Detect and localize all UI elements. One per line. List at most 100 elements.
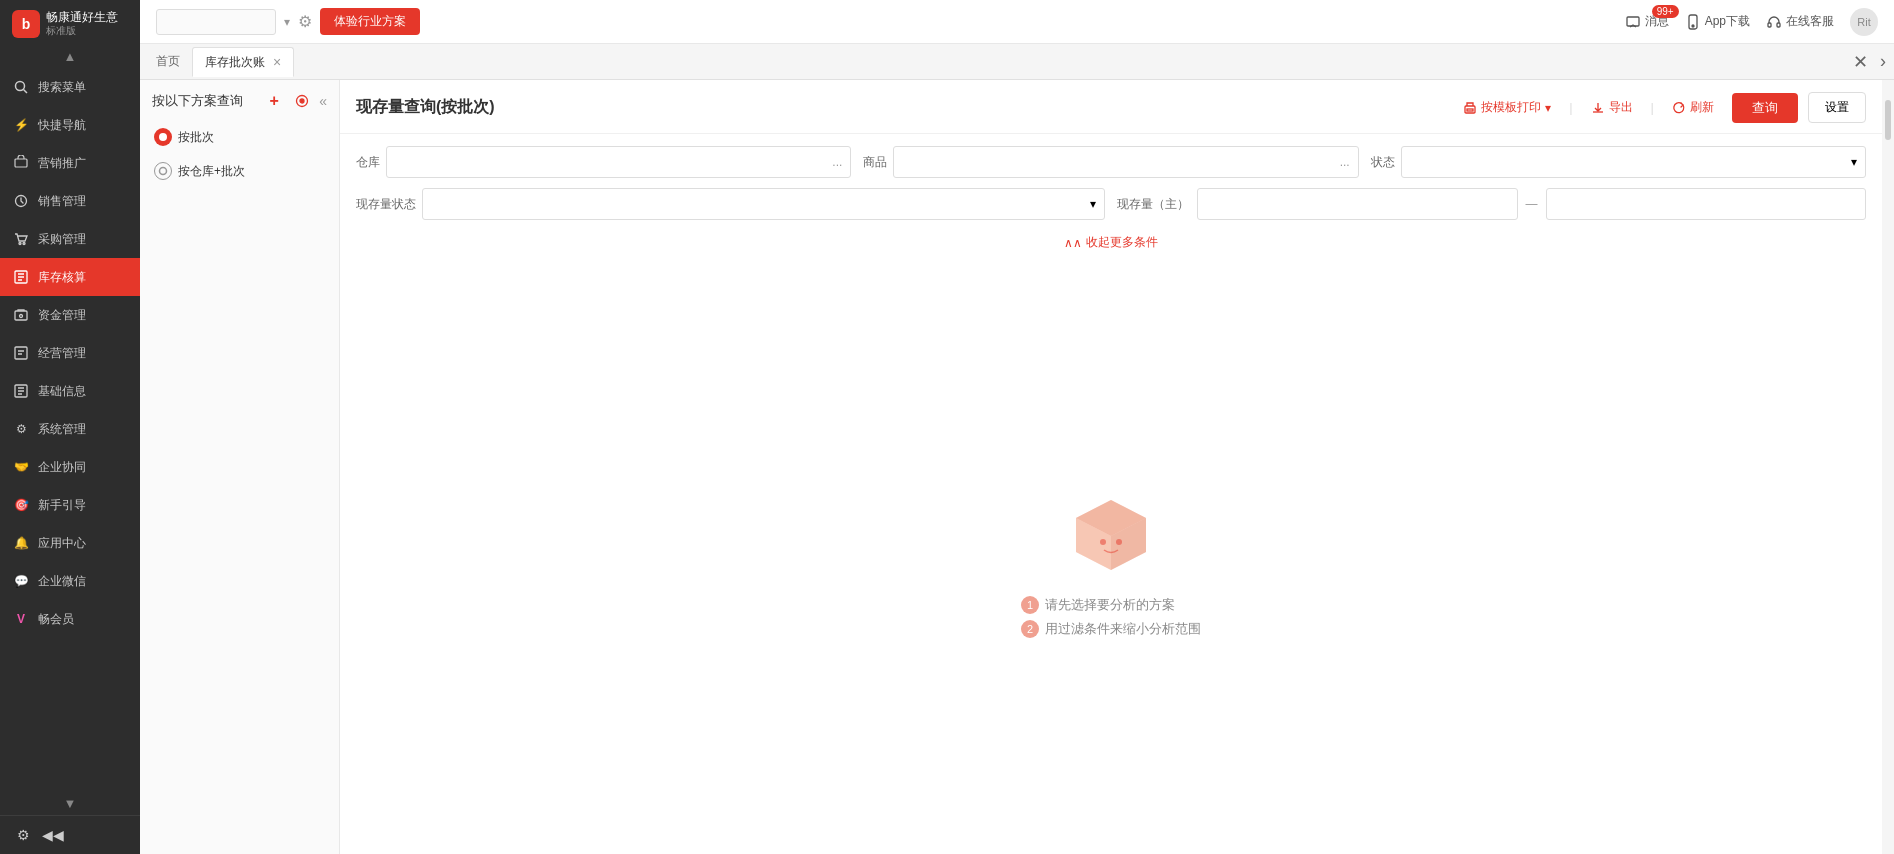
svg-point-0 <box>16 82 25 91</box>
left-panel-header: 按以下方案查询 + « <box>140 90 339 120</box>
sidebar-item-marketing[interactable]: 营销推广 <box>0 144 140 182</box>
scheme-outline-icon <box>154 162 172 180</box>
tab-home[interactable]: 首页 <box>144 47 192 77</box>
scheme-active-icon <box>154 128 172 146</box>
sidebar: b 畅康通好生意 标准版 ▲ 搜索菜单 ⚡ 快捷导航 <box>0 0 140 854</box>
status-dropdown[interactable]: ▾ <box>1401 146 1866 178</box>
global-nav-arrow[interactable]: › <box>1876 51 1890 72</box>
collapse-footer-btn[interactable]: ◀◀ <box>42 824 64 846</box>
enterprise-icon: 🤝 <box>12 458 30 476</box>
svg-point-5 <box>23 243 25 245</box>
query-btn[interactable]: 查询 <box>1732 93 1798 123</box>
tab-close-btn[interactable]: × <box>273 54 281 70</box>
refresh-btn[interactable]: 刷新 <box>1664 95 1722 120</box>
sidebar-item-quick-nav[interactable]: ⚡ 快捷导航 <box>0 106 140 144</box>
tab-inventory-batch[interactable]: 库存批次账 × <box>192 47 294 77</box>
svg-rect-15 <box>1777 23 1780 27</box>
finance-icon <box>12 306 30 324</box>
export-btn[interactable]: 导出 <box>1583 95 1641 120</box>
sidebar-item-label: 企业微信 <box>38 573 86 590</box>
status-dropdown-arrow: ▾ <box>1851 155 1857 169</box>
global-close-btn[interactable]: ✕ <box>1845 51 1876 73</box>
svg-rect-14 <box>1768 23 1771 27</box>
system-icon: ⚙ <box>12 420 30 438</box>
panel-collapse-btn[interactable]: « <box>319 93 327 109</box>
sidebar-item-sales[interactable]: 销售管理 <box>0 182 140 220</box>
left-panel: 按以下方案查询 + « 按批次 <box>140 80 340 854</box>
product-more-icon[interactable]: ... <box>1340 155 1350 169</box>
sidebar-item-purchase[interactable]: 采购管理 <box>0 220 140 258</box>
sidebar-item-inventory[interactable]: 库存核算 <box>0 258 140 296</box>
sidebar-item-operations[interactable]: 经营管理 <box>0 334 140 372</box>
divider1: | <box>1569 100 1572 115</box>
step-2-num: 2 <box>1021 620 1039 638</box>
empty-step-1: 1 请先选择要分析的方案 <box>1021 596 1201 614</box>
apps-icon: 🔔 <box>12 534 30 552</box>
tab-bar: 首页 库存批次账 × ✕ › <box>140 44 1894 80</box>
scheme-settings-btn[interactable] <box>291 90 313 112</box>
refresh-icon <box>1672 101 1686 115</box>
sidebar-footer: ⚙ ◀◀ <box>0 815 140 854</box>
message-button[interactable]: 消息 99+ <box>1625 13 1669 30</box>
sidebar-item-basic-info[interactable]: 基础信息 <box>0 372 140 410</box>
scroll-thumb <box>1885 100 1891 140</box>
topbar-gear-icon[interactable]: ⚙ <box>298 12 312 31</box>
sidebar-item-wechat[interactable]: 💬 企业微信 <box>0 562 140 600</box>
sidebar-item-label: 营销推广 <box>38 155 86 172</box>
inventory-status-label: 现存量状态 <box>356 196 416 213</box>
divider2: | <box>1651 100 1654 115</box>
scheme-label: 按仓库+批次 <box>178 163 245 180</box>
add-scheme-btn[interactable]: + <box>263 90 285 112</box>
sidebar-item-label: 搜索菜单 <box>38 79 86 96</box>
page-header: 现存量查询(按批次) 按模板打印 ▾ | 导出 | <box>340 80 1882 134</box>
sidebar-header: b 畅康通好生意 标准版 <box>0 0 140 44</box>
vip-icon: V <box>12 610 30 628</box>
main-area: ▾ ⚙ 体验行业方案 消息 99+ App下载 在线客服 <box>140 0 1894 854</box>
experience-industry-button[interactable]: 体验行业方案 <box>320 8 420 35</box>
sidebar-scroll-down[interactable]: ▼ <box>0 791 140 815</box>
topbar-chevron-icon[interactable]: ▾ <box>284 15 290 29</box>
sidebar-item-system[interactable]: ⚙ 系统管理 <box>0 410 140 448</box>
app-download-button[interactable]: App下载 <box>1685 13 1750 30</box>
quick-nav-icon: ⚡ <box>12 116 30 134</box>
inventory-status-dropdown[interactable]: ▾ <box>422 188 1105 220</box>
svg-line-1 <box>24 90 28 94</box>
tab-home-label: 首页 <box>156 53 180 70</box>
right-scrollbar[interactable] <box>1882 80 1894 854</box>
sidebar-item-apps[interactable]: 🔔 应用中心 <box>0 524 140 562</box>
quantity-label: 现存量（主） <box>1117 196 1189 213</box>
product-input[interactable]: ... <box>893 146 1358 178</box>
svg-point-13 <box>1692 25 1694 27</box>
print-icon <box>1463 101 1477 115</box>
empty-icon <box>1061 480 1161 580</box>
collapse-more-conditions-btn[interactable]: ∧∧ 收起更多条件 <box>1058 228 1164 257</box>
sales-icon <box>12 192 30 210</box>
scheme-item-warehouse-batch[interactable]: 按仓库+批次 <box>140 154 339 188</box>
settings-footer-btn[interactable]: ⚙ <box>12 824 34 846</box>
sidebar-item-search[interactable]: 搜索菜单 <box>0 68 140 106</box>
sidebar-scroll-up[interactable]: ▲ <box>0 44 140 68</box>
main-content: 现存量查询(按批次) 按模板打印 ▾ | 导出 | <box>340 80 1882 854</box>
sidebar-item-label: 畅会员 <box>38 611 74 628</box>
sidebar-item-vip[interactable]: V 畅会员 <box>0 600 140 638</box>
print-btn[interactable]: 按模板打印 ▾ <box>1455 95 1559 120</box>
breadcrumb-input[interactable] <box>156 9 276 35</box>
filter-settings-btn[interactable]: 设置 <box>1808 92 1866 123</box>
user-menu[interactable]: Rit <box>1850 8 1878 36</box>
warehouse-input[interactable]: ... <box>386 146 851 178</box>
print-chevron-icon[interactable]: ▾ <box>1545 101 1551 115</box>
sidebar-item-enterprise[interactable]: 🤝 企业协同 <box>0 448 140 486</box>
quantity-min-input[interactable] <box>1197 188 1518 220</box>
scheme-label: 按批次 <box>178 129 214 146</box>
sidebar-item-guide[interactable]: 🎯 新手引导 <box>0 486 140 524</box>
svg-point-18 <box>159 133 167 141</box>
export-icon <box>1591 101 1605 115</box>
scheme-item-batch[interactable]: 按批次 <box>140 120 339 154</box>
warehouse-more-icon[interactable]: ... <box>832 155 842 169</box>
purchase-icon <box>12 230 30 248</box>
sidebar-nav: 搜索菜单 ⚡ 快捷导航 营销推广 销售管理 <box>0 68 140 791</box>
sidebar-item-finance[interactable]: 资金管理 <box>0 296 140 334</box>
sidebar-item-label: 库存核算 <box>38 269 86 286</box>
online-service-button[interactable]: 在线客服 <box>1766 13 1834 30</box>
quantity-max-input[interactable] <box>1546 188 1867 220</box>
